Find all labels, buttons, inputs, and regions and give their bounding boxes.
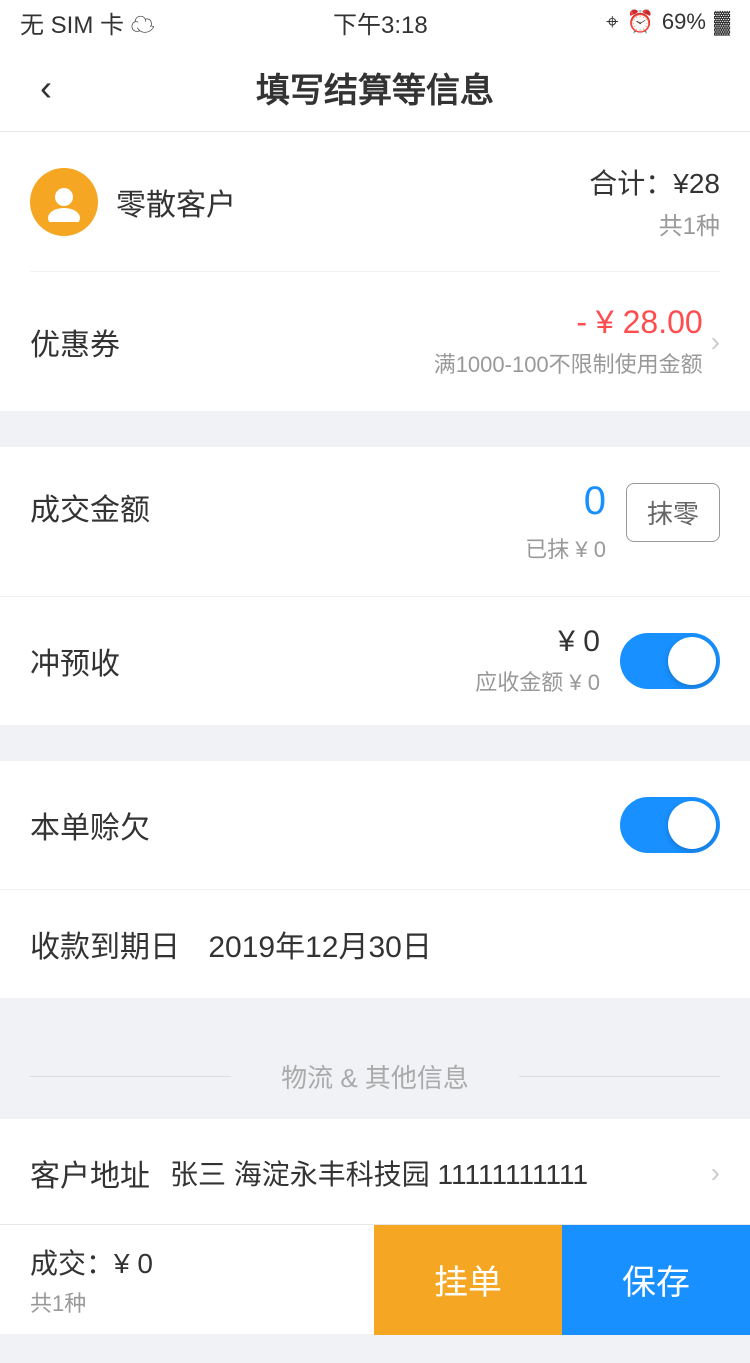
total-price: 合计：¥28 — [589, 162, 720, 202]
address-row[interactable]: 客户地址 张三 海淀永丰科技园 11111111111 › — [0, 1119, 750, 1227]
address-value: 张三 海淀永丰科技园 11111111111 — [170, 1153, 711, 1193]
location-icon: ⌖ — [606, 9, 618, 35]
customer-left: 零散客户 — [30, 168, 236, 236]
section-gap-2 — [0, 741, 750, 761]
amount-input-area: 0 已抹 ¥ 0 — [525, 479, 606, 564]
user-icon — [44, 182, 84, 222]
chevron-right-icon-2: › — [711, 1157, 720, 1189]
duedate-row: 收款到期日 2019年12月30日 — [0, 889, 750, 998]
bottom-deal-count: 共1种 — [30, 1286, 344, 1318]
coupon-row[interactable]: 优惠券 - ¥ 28.00 满1000-100不限制使用金额 › — [0, 272, 750, 411]
logistics-header: 物流 & 其他信息 — [0, 1034, 750, 1119]
divider-left — [30, 1076, 231, 1077]
alarm-icon: ⏰ — [627, 9, 654, 35]
customer-card: 零散客户 合计：¥28 共1种 优惠券 - ¥ 28.00 满1000-100不… — [0, 132, 750, 411]
coupon-amount: - ¥ 28.00 — [434, 304, 703, 341]
customer-name: 零散客户 — [116, 180, 236, 224]
battery-icon: ▓ — [714, 9, 730, 35]
hang-button[interactable]: 挂单 — [374, 1225, 562, 1335]
amount-right: 0 已抹 ¥ 0 抹零 — [525, 479, 720, 564]
prereceive-label: 冲预收 — [30, 639, 120, 683]
chevron-right-icon: › — [711, 326, 720, 358]
prereceive-amounts: ¥ 0 应收金额 ¥ 0 — [475, 625, 600, 697]
amount-row: 成交金额 0 已抹 ¥ 0 抹零 — [0, 447, 750, 596]
amount-label: 成交金额 — [30, 479, 150, 529]
page-title: 填写结算等信息 — [256, 63, 494, 112]
toggle-knob — [668, 637, 716, 685]
prereceive-toggle[interactable] — [620, 633, 720, 689]
transaction-card: 成交金额 0 已抹 ¥ 0 抹零 冲预收 ¥ 0 应收金额 ¥ 0 — [0, 447, 750, 725]
prereceive-main: ¥ 0 — [475, 625, 600, 659]
main-content: 零散客户 合计：¥28 共1种 优惠券 - ¥ 28.00 满1000-100不… — [0, 132, 750, 1363]
debt-toggle-knob — [668, 801, 716, 849]
round-zero-button[interactable]: 抹零 — [626, 483, 720, 542]
debt-row: 本单赊欠 — [0, 761, 750, 889]
deal-label: 成交： — [30, 1248, 114, 1279]
coupon-right: - ¥ 28.00 满1000-100不限制使用金额 — [434, 304, 703, 379]
coupon-right-area: - ¥ 28.00 满1000-100不限制使用金额 › — [434, 304, 720, 379]
debt-card: 本单赊欠 收款到期日 2019年12月30日 — [0, 761, 750, 998]
status-right: ⌖ ⏰ 69% ▓ — [606, 9, 730, 35]
back-button[interactable]: ‹ — [30, 57, 62, 119]
prereceive-row: 冲预收 ¥ 0 应收金额 ¥ 0 — [0, 596, 750, 725]
duedate-label: 收款到期日 — [30, 931, 180, 964]
bottom-deal: 成交：¥ 0 — [30, 1242, 344, 1282]
customer-row: 零散客户 合计：¥28 共1种 — [0, 132, 750, 271]
section-gap-1 — [0, 427, 750, 447]
battery-level: 69% — [662, 9, 706, 35]
bottom-info: 成交：¥ 0 共1种 — [0, 1242, 374, 1318]
duedate-value: 2019年12月30日 — [208, 931, 431, 964]
status-time: 下午3:18 — [333, 5, 428, 40]
status-bar: 无 SIM 卡 ☁ 下午3:18 ⌖ ⏰ 69% ▓ — [0, 0, 750, 44]
sim-status: 无 SIM 卡 ☁ — [20, 5, 155, 40]
coupon-label: 优惠券 — [30, 320, 120, 364]
prereceive-sub: 应收金额 ¥ 0 — [475, 665, 600, 697]
address-label: 客户地址 — [30, 1151, 150, 1195]
prereceive-right: ¥ 0 应收金额 ¥ 0 — [475, 625, 720, 697]
customer-summary: 合计：¥28 共1种 — [589, 162, 720, 241]
avatar — [30, 168, 98, 236]
bottom-bar: 成交：¥ 0 共1种 挂单 保存 — [0, 1224, 750, 1334]
nav-bar: ‹ 填写结算等信息 — [0, 44, 750, 132]
save-button[interactable]: 保存 — [562, 1225, 750, 1335]
total-count: 共1种 — [589, 206, 720, 241]
logistics-label: 物流 & 其他信息 — [281, 1058, 469, 1095]
debt-toggle[interactable] — [620, 797, 720, 853]
section-gap-3 — [0, 1014, 750, 1034]
coupon-desc: 满1000-100不限制使用金额 — [434, 347, 703, 379]
amount-sub: 已抹 ¥ 0 — [525, 532, 606, 564]
deal-amount: ¥ 0 — [114, 1248, 153, 1279]
address-card[interactable]: 客户地址 张三 海淀永丰科技园 11111111111 › — [0, 1119, 750, 1227]
status-left: 无 SIM 卡 ☁ — [20, 5, 155, 40]
amount-value[interactable]: 0 — [525, 479, 606, 524]
divider-right — [519, 1076, 720, 1077]
debt-label: 本单赊欠 — [30, 803, 150, 847]
